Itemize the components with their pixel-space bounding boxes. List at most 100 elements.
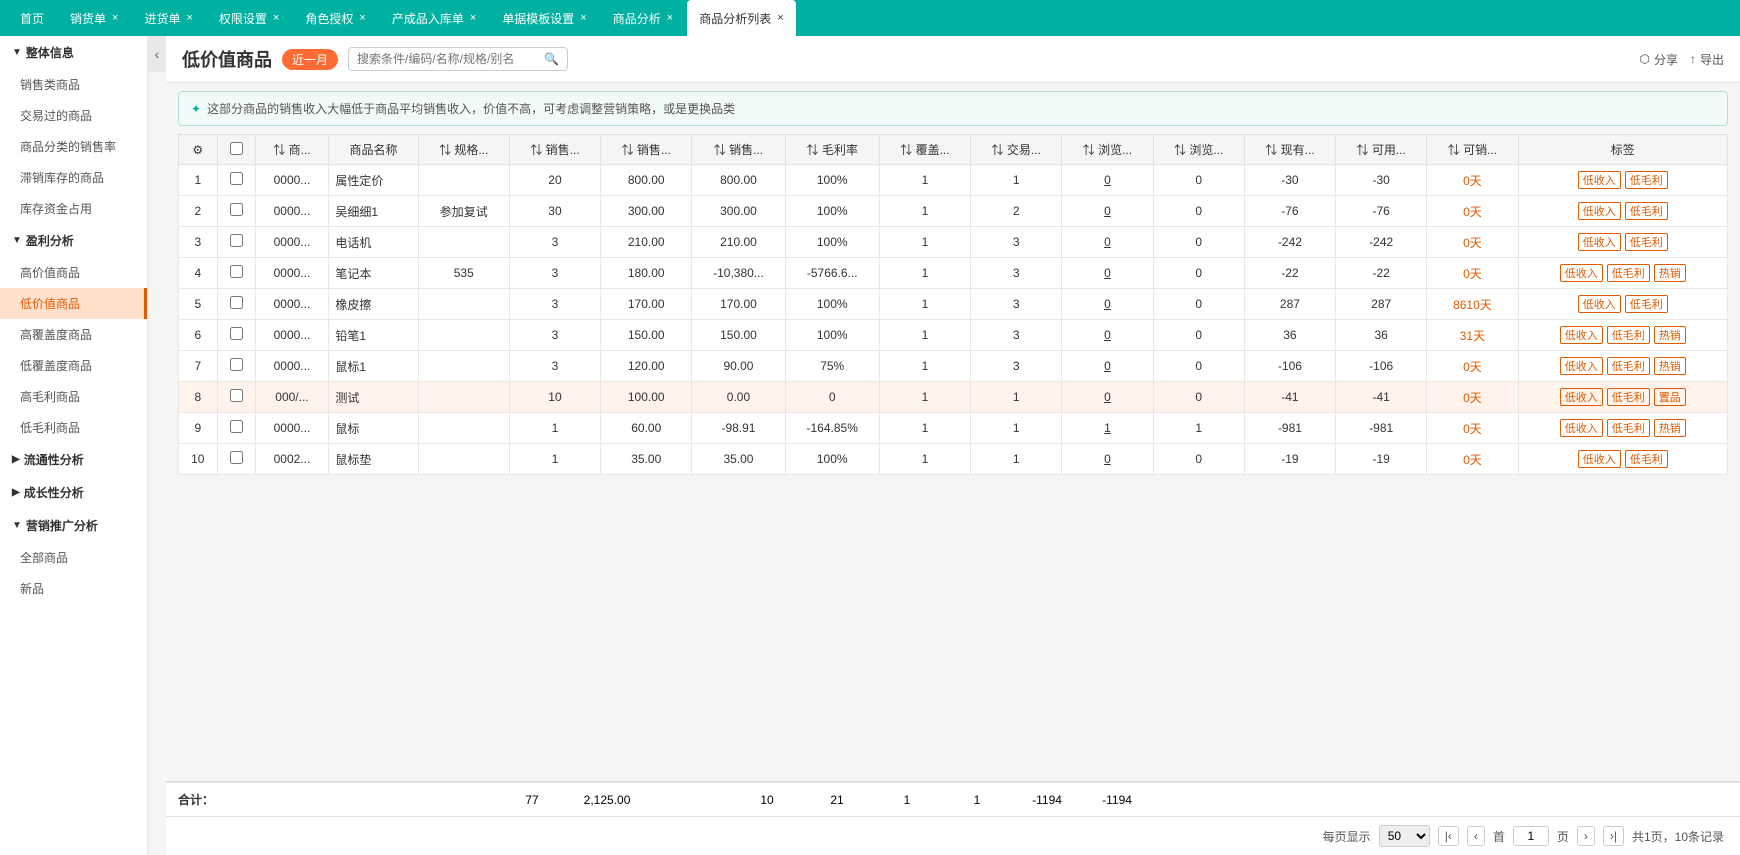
- select-all-checkbox[interactable]: [230, 142, 243, 155]
- sidebar-item-high-value[interactable]: 高价值商品: [0, 257, 147, 288]
- prev-page-button[interactable]: ‹: [1467, 826, 1485, 846]
- row-spec: 535: [418, 258, 509, 289]
- sidebar-item-all-goods[interactable]: 全部商品: [0, 542, 147, 573]
- row-browse1[interactable]: 0: [1062, 382, 1153, 413]
- col-checkbox[interactable]: [217, 135, 255, 165]
- page-number-input[interactable]: [1513, 826, 1549, 846]
- sidebar-item-stock-capital[interactable]: 库存资金占用: [0, 193, 147, 224]
- row-browse1[interactable]: 0: [1062, 320, 1153, 351]
- sidebar-item-low-value[interactable]: 低价值商品: [0, 288, 147, 319]
- sidebar-item-new-goods[interactable]: 新品: [0, 573, 147, 604]
- sidebar-section-profit[interactable]: ▼ 盈利分析: [0, 224, 147, 257]
- nav-analysis-list[interactable]: 商品分析列表×: [687, 0, 795, 36]
- browse-link[interactable]: 0: [1104, 266, 1111, 280]
- sidebar-item-high-coverage[interactable]: 高覆盖度商品: [0, 319, 147, 350]
- col-gear[interactable]: ⚙: [179, 135, 218, 165]
- row-browse1[interactable]: 1: [1062, 413, 1153, 444]
- sidebar-item-traded-goods[interactable]: 交易过的商品: [0, 100, 147, 131]
- row-select-checkbox[interactable]: [230, 389, 243, 402]
- tag-label: 热销: [1654, 264, 1686, 282]
- row-select-checkbox[interactable]: [230, 358, 243, 371]
- close-icon[interactable]: ×: [273, 12, 279, 24]
- row-checkbox[interactable]: [217, 227, 255, 258]
- row-checkbox[interactable]: [217, 320, 255, 351]
- row-browse1[interactable]: 0: [1062, 351, 1153, 382]
- settings-icon[interactable]: ⚙: [192, 143, 203, 157]
- close-icon[interactable]: ×: [186, 12, 192, 24]
- row-select-checkbox[interactable]: [230, 203, 243, 216]
- row-select-checkbox[interactable]: [230, 265, 243, 278]
- row-browse1[interactable]: 0: [1062, 289, 1153, 320]
- first-page-button[interactable]: |‹: [1438, 826, 1459, 846]
- sidebar-item-category-sales[interactable]: 商品分类的销售率: [0, 131, 147, 162]
- export-button[interactable]: ↑ 导出: [1690, 51, 1724, 68]
- row-browse1[interactable]: 0: [1062, 196, 1153, 227]
- row-browse1[interactable]: 0: [1062, 444, 1153, 475]
- sidebar-section-flow[interactable]: ▶ 流通性分析: [0, 443, 147, 476]
- sidebar-section-marketing[interactable]: ▼ 营销推广分析: [0, 509, 147, 542]
- close-icon[interactable]: ×: [470, 12, 476, 24]
- row-checkbox[interactable]: [217, 165, 255, 196]
- row-select-checkbox[interactable]: [230, 172, 243, 185]
- nav-purchase[interactable]: 进货单×: [132, 0, 204, 36]
- nav-role[interactable]: 角色授权×: [293, 0, 377, 36]
- row-select-checkbox[interactable]: [230, 234, 243, 247]
- row-days: 0天: [1427, 382, 1518, 413]
- sidebar-item-sales-goods[interactable]: 销售类商品: [0, 69, 147, 100]
- sidebar-collapse-button[interactable]: ‹: [148, 36, 166, 72]
- browse-link[interactable]: 1: [1104, 421, 1111, 435]
- row-browse1[interactable]: 0: [1062, 227, 1153, 258]
- browse-link[interactable]: 0: [1104, 297, 1111, 311]
- sidebar-section-growth[interactable]: ▶ 成长性分析: [0, 476, 147, 509]
- page-suffix-label: 页: [1557, 828, 1569, 845]
- browse-link[interactable]: 0: [1104, 359, 1111, 373]
- browse-link[interactable]: 0: [1104, 204, 1111, 218]
- sidebar-item-high-margin[interactable]: 高毛利商品: [0, 381, 147, 412]
- sidebar-item-slow-stock[interactable]: 滞销库存的商品: [0, 162, 147, 193]
- row-coverage: 1: [879, 382, 970, 413]
- row-checkbox[interactable]: [217, 444, 255, 475]
- period-tag-button[interactable]: 近一月: [282, 49, 338, 70]
- nav-analysis[interactable]: 商品分析×: [601, 0, 685, 36]
- sidebar-section-overall[interactable]: ▼ 整体信息: [0, 36, 147, 69]
- nav-permission[interactable]: 权限设置×: [207, 0, 291, 36]
- row-checkbox[interactable]: [217, 351, 255, 382]
- row-select-checkbox[interactable]: [230, 451, 243, 464]
- row-select-checkbox[interactable]: [230, 296, 243, 309]
- close-icon[interactable]: ×: [359, 12, 365, 24]
- nav-sales[interactable]: 销货单×: [58, 0, 130, 36]
- row-browse1[interactable]: 0: [1062, 258, 1153, 289]
- browse-link[interactable]: 0: [1104, 235, 1111, 249]
- sidebar-item-low-margin[interactable]: 低毛利商品: [0, 412, 147, 443]
- browse-link[interactable]: 0: [1104, 452, 1111, 466]
- nav-template[interactable]: 单据模板设置×: [490, 0, 598, 36]
- row-select-checkbox[interactable]: [230, 327, 243, 340]
- last-page-button[interactable]: ›|: [1603, 826, 1624, 846]
- row-checkbox[interactable]: [217, 196, 255, 227]
- browse-link[interactable]: 0: [1104, 173, 1111, 187]
- row-checkbox[interactable]: [217, 258, 255, 289]
- share-button[interactable]: ⬡ 分享: [1639, 51, 1678, 68]
- close-icon[interactable]: ×: [777, 12, 783, 24]
- search-icon[interactable]: 🔍: [544, 52, 559, 66]
- next-page-button[interactable]: ›: [1577, 826, 1595, 846]
- sidebar-item-low-coverage[interactable]: 低覆盖度商品: [0, 350, 147, 381]
- row-stock2: -41: [1336, 382, 1427, 413]
- row-checkbox[interactable]: [217, 413, 255, 444]
- row-spec: [418, 165, 509, 196]
- row-name: 电话机: [329, 227, 418, 258]
- row-browse1[interactable]: 0: [1062, 165, 1153, 196]
- per-page-select[interactable]: 50 100: [1379, 825, 1430, 847]
- row-checkbox[interactable]: [217, 382, 255, 413]
- close-icon[interactable]: ×: [667, 12, 673, 24]
- browse-link[interactable]: 0: [1104, 390, 1111, 404]
- row-select-checkbox[interactable]: [230, 420, 243, 433]
- nav-home[interactable]: 首页: [8, 0, 56, 36]
- close-icon[interactable]: ×: [112, 12, 118, 24]
- nav-warehouse[interactable]: 产成品入库单×: [380, 0, 488, 36]
- row-trade: 3: [971, 289, 1062, 320]
- close-icon[interactable]: ×: [580, 12, 586, 24]
- search-input[interactable]: [348, 47, 568, 71]
- browse-link[interactable]: 0: [1104, 328, 1111, 342]
- row-checkbox[interactable]: [217, 289, 255, 320]
